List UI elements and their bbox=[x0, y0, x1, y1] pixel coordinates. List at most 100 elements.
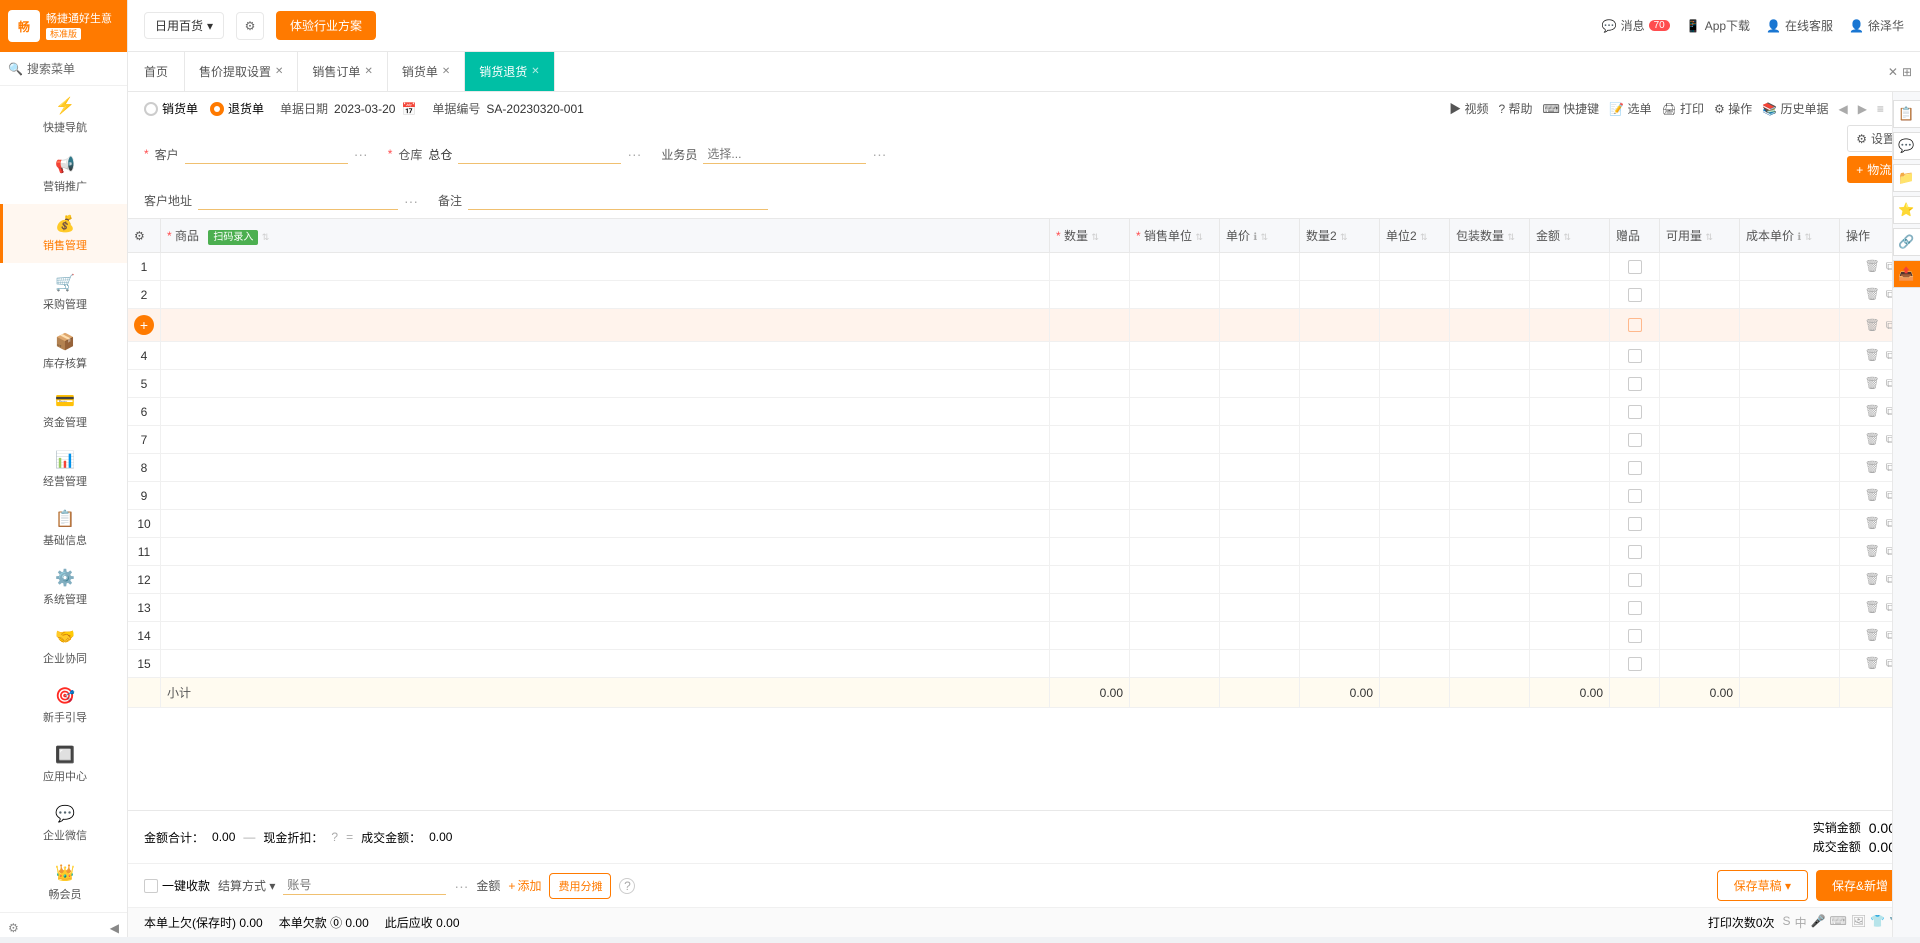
delete-icon[interactable]: 🗑 bbox=[1865, 544, 1880, 559]
close-tab-icon[interactable]: ✕ bbox=[1888, 65, 1898, 79]
sidebar-item-inventory[interactable]: 📦 库存核算 bbox=[0, 322, 127, 381]
tab-sales-return[interactable]: 销货退货 ✕ bbox=[465, 52, 554, 92]
sidebar-item-member[interactable]: 👑 畅会员 bbox=[0, 853, 127, 912]
unit2-sort-icon[interactable]: ⇅ bbox=[1420, 232, 1428, 242]
shortcuts-btn[interactable]: ⌨ 快捷键 bbox=[1542, 100, 1599, 117]
delete-icon[interactable]: 🗑 bbox=[1865, 432, 1880, 447]
tab-close-sales-return[interactable]: ✕ bbox=[531, 66, 539, 77]
save-draft-btn[interactable]: 保存草稿 ▾ bbox=[1717, 870, 1808, 901]
app-download-button[interactable]: 📱 App下载 bbox=[1686, 17, 1750, 34]
delete-icon[interactable]: 🗑 bbox=[1865, 600, 1880, 615]
delete-icon[interactable]: 🗑 bbox=[1865, 460, 1880, 475]
sidebar-item-system[interactable]: ⚙️ 系统管理 bbox=[0, 558, 127, 617]
add-row-btn[interactable]: + bbox=[134, 315, 154, 335]
remark-input[interactable] bbox=[468, 191, 768, 210]
header-settings-btn[interactable]: ⚙ bbox=[236, 12, 264, 40]
col-gear[interactable]: ⚙ bbox=[128, 219, 161, 253]
sidebar-item-wechat[interactable]: 💬 企业微信 bbox=[0, 794, 127, 853]
operation-btn[interactable]: ⚙ 操作 bbox=[1714, 100, 1752, 117]
user-profile[interactable]: 👤 徐泽华 bbox=[1849, 17, 1904, 34]
account-picker-btn[interactable]: ··· bbox=[454, 878, 468, 894]
list-view-icon[interactable]: ≡ bbox=[1877, 102, 1884, 116]
daily-category-select[interactable]: 日用百货 ▾ bbox=[144, 12, 224, 39]
warehouse-input[interactable] bbox=[458, 145, 621, 164]
right-panel-btn-4[interactable]: ⭐ bbox=[1893, 196, 1920, 224]
staff-input[interactable] bbox=[703, 145, 866, 164]
sidebar-item-operation[interactable]: 📊 经营管理 bbox=[0, 440, 127, 499]
calendar-icon[interactable]: 📅 bbox=[401, 102, 416, 116]
delete-icon[interactable]: 🗑 bbox=[1865, 488, 1880, 503]
right-panel-btn-3[interactable]: 📁 bbox=[1893, 164, 1920, 192]
online-service-button[interactable]: 👤 在线客服 bbox=[1766, 17, 1833, 34]
tab-close-price-settings[interactable]: ✕ bbox=[275, 66, 283, 77]
customer-input[interactable] bbox=[185, 145, 348, 164]
warehouse-picker-btn[interactable]: ··· bbox=[627, 146, 641, 162]
right-panel-btn-6[interactable]: 📤 bbox=[1893, 260, 1920, 288]
sidebar-item-guide[interactable]: 🎯 新手引导 bbox=[0, 676, 127, 735]
address-picker-btn[interactable]: ··· bbox=[404, 193, 418, 209]
product-sort-icon[interactable]: ⇅ bbox=[262, 232, 270, 242]
sidebar-item-enterprise[interactable]: 🤝 企业协同 bbox=[0, 617, 127, 676]
cash-discount-help[interactable]: ? bbox=[331, 830, 338, 844]
available-sort-icon[interactable]: ⇅ bbox=[1705, 232, 1713, 242]
radio-return[interactable]: 退货单 bbox=[210, 100, 264, 117]
grid-view-icon[interactable]: ⊞ bbox=[1902, 65, 1912, 79]
right-panel-btn-1[interactable]: 📋 bbox=[1893, 100, 1920, 128]
pack-sort-icon[interactable]: ⇅ bbox=[1507, 232, 1515, 242]
tab-close-sales-order[interactable]: ✕ bbox=[364, 66, 372, 77]
delete-icon[interactable]: 🗑 bbox=[1865, 656, 1880, 671]
delete-icon[interactable]: 🗑 bbox=[1865, 348, 1880, 363]
staff-picker-btn[interactable]: ··· bbox=[872, 146, 886, 162]
sales-unit-sort-icon[interactable]: ⇅ bbox=[1195, 232, 1203, 242]
scan-btn[interactable]: 扫码录入 bbox=[208, 228, 258, 243]
fee-split-btn[interactable]: 费用分摊 bbox=[549, 873, 611, 899]
cost-sort-icon[interactable]: ⇅ bbox=[1805, 232, 1813, 242]
search-menu[interactable]: 🔍 搜索菜单 bbox=[0, 52, 127, 86]
unit-price-sort-icon[interactable]: ⇅ bbox=[1261, 232, 1269, 242]
sidebar-item-apps[interactable]: 🔲 应用中心 bbox=[0, 735, 127, 794]
qty2-sort-icon[interactable]: ⇅ bbox=[1340, 232, 1348, 242]
help-btn[interactable]: ? 帮助 bbox=[1498, 100, 1532, 117]
account-input[interactable] bbox=[283, 876, 446, 895]
qty-sort-icon[interactable]: ⇅ bbox=[1091, 232, 1099, 242]
radio-delivery[interactable]: 销货单 bbox=[144, 100, 198, 117]
collapse-icon[interactable]: ◀ bbox=[110, 921, 119, 935]
tab-close-sales-delivery[interactable]: ✕ bbox=[442, 66, 450, 77]
product-input-3[interactable] bbox=[167, 318, 1043, 332]
amount-sort-icon[interactable]: ⇅ bbox=[1563, 232, 1571, 242]
mic-icon[interactable]: 🎤 bbox=[1811, 914, 1826, 931]
settings-icon[interactable]: ⚙ bbox=[8, 921, 19, 935]
select-btn[interactable]: 📝 选单 bbox=[1609, 100, 1651, 117]
sidebar-item-marketing[interactable]: 📢 营销推广 bbox=[0, 145, 127, 204]
address-input[interactable] bbox=[198, 191, 398, 210]
fee-help-icon[interactable]: ? bbox=[619, 878, 635, 894]
delete-icon[interactable]: 🗑 bbox=[1865, 628, 1880, 643]
tab-home[interactable]: 首页 bbox=[128, 52, 185, 92]
tab-sales-order[interactable]: 销售订单 ✕ bbox=[298, 52, 387, 92]
product-input-1[interactable] bbox=[167, 260, 1043, 274]
delete-icon[interactable]: 🗑 bbox=[1865, 572, 1880, 587]
add-payment-btn[interactable]: + 添加 bbox=[508, 877, 541, 894]
video-btn[interactable]: ▶ 视频 bbox=[1449, 100, 1488, 117]
prev-record-icon[interactable]: ◀ bbox=[1838, 102, 1847, 116]
delete-icon[interactable]: 🗑 bbox=[1865, 516, 1880, 531]
message-button[interactable]: 💬 消息 70 bbox=[1602, 17, 1670, 34]
sidebar-item-basic[interactable]: 📋 基础信息 bbox=[0, 499, 127, 558]
delete-row-3-icon[interactable]: 🗑 bbox=[1865, 318, 1880, 333]
save-new-btn[interactable]: 保存&新增 bbox=[1816, 870, 1904, 901]
keyboard-icon[interactable]: ⌨ bbox=[1830, 914, 1847, 931]
sidebar-item-shortcuts[interactable]: ⚡ 快捷导航 bbox=[0, 86, 127, 145]
tab-sales-delivery[interactable]: 销货单 ✕ bbox=[388, 52, 465, 92]
sidebar-item-purchase[interactable]: 🛒 采购管理 bbox=[0, 263, 127, 322]
delete-icon[interactable]: 🗑 bbox=[1865, 376, 1880, 391]
next-record-icon[interactable]: ▶ bbox=[1858, 102, 1867, 116]
customer-picker-btn[interactable]: ··· bbox=[354, 146, 368, 162]
img-icon[interactable]: 🖼 bbox=[1851, 914, 1866, 931]
sidebar-item-finance[interactable]: 💳 资金管理 bbox=[0, 381, 127, 440]
cost-info-icon[interactable]: ℹ bbox=[1797, 232, 1801, 243]
one-click-payment-cb[interactable]: 一键收款 bbox=[144, 877, 210, 894]
tab-price-settings[interactable]: 售价提取设置 ✕ bbox=[185, 52, 298, 92]
history-btn[interactable]: 📚 历史单据 bbox=[1762, 100, 1828, 117]
trial-button[interactable]: 体验行业方案 bbox=[276, 11, 376, 40]
price-info-icon[interactable]: ℹ bbox=[1253, 232, 1257, 243]
